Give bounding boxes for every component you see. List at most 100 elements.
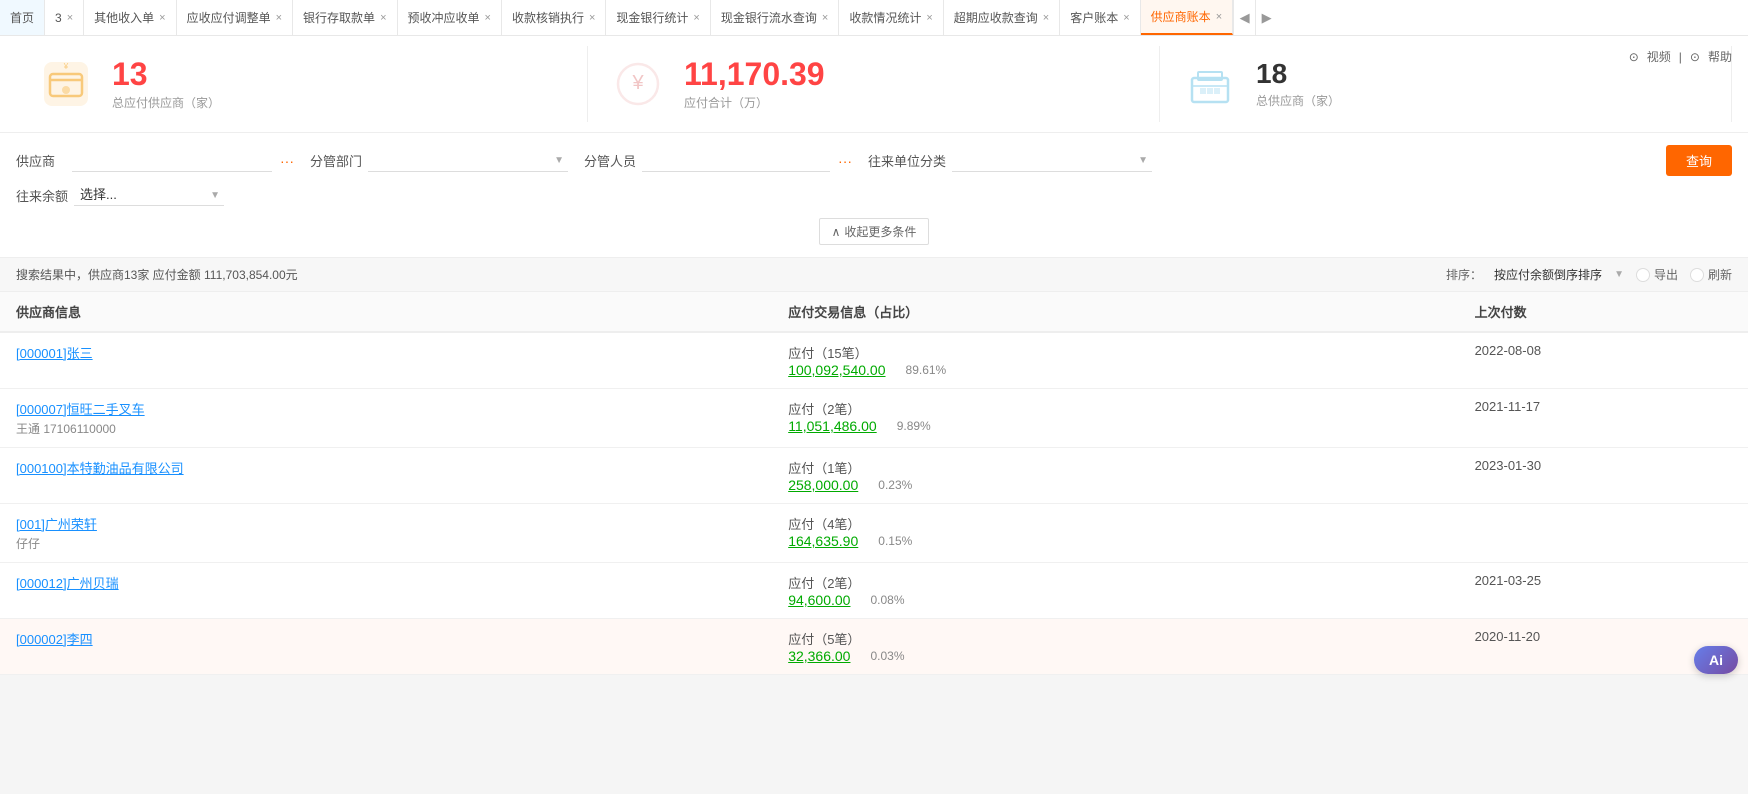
nav-tab-ar-ap-adjust-label: 应收应付调整单: [187, 9, 271, 26]
nav-tab-overdue-query-close[interactable]: ×: [1043, 12, 1049, 24]
supplier-link-5[interactable]: [000002]李四: [16, 629, 788, 648]
nav-tab-supplier-ledger-close[interactable]: ×: [1216, 11, 1222, 23]
sort-label: 排序：: [1446, 266, 1482, 283]
supplier-filter-input[interactable]: [72, 150, 272, 172]
tx-amount-3[interactable]: 164,635.90: [788, 533, 858, 549]
nav-tab-receipt-stats-label: 收款情况统计: [849, 9, 921, 26]
tx-amount-1[interactable]: 11,051,486.00: [788, 418, 877, 434]
nav-tab-bank-deposit[interactable]: 银行存取款单 ×: [293, 0, 397, 35]
payable-total-icon: ¥: [608, 54, 668, 114]
payable-suppliers-icon: ¥: [36, 54, 96, 114]
nav-tab-other-income[interactable]: 其他收入单 ×: [84, 0, 176, 35]
person-filter-input[interactable]: [642, 150, 830, 172]
category-select-wrap: ▼: [952, 150, 1152, 172]
dept-select-wrap: ▼: [368, 150, 568, 172]
nav-tab-home[interactable]: 首页: [0, 0, 45, 35]
nav-tab-3-close[interactable]: ×: [67, 12, 73, 24]
stat-info-total-suppliers: 18 总供应商（家）: [1256, 60, 1340, 109]
nav-tab-ar-ap-adjust-close[interactable]: ×: [276, 12, 282, 24]
help-link[interactable]: 帮助: [1708, 48, 1732, 65]
nav-tab-advance-close[interactable]: ×: [485, 12, 491, 24]
sort-value[interactable]: 按应付余额倒序排序: [1494, 266, 1602, 283]
nav-tab-bank-deposit-close[interactable]: ×: [380, 12, 386, 24]
tx-percent-0: 89.61%: [906, 363, 947, 377]
search-button[interactable]: 查询: [1666, 145, 1732, 176]
refresh-button[interactable]: 刷新: [1690, 266, 1732, 283]
help-icon: ⊙: [1690, 50, 1700, 64]
nav-tab-cash-flow-query[interactable]: 现金银行流水查询 ×: [711, 0, 839, 35]
person-filter-dots[interactable]: ···: [838, 153, 852, 169]
stat-card-payable-total: ¥ 11,170.39 应付合计（万）: [588, 46, 1160, 122]
tx-amount-0[interactable]: 100,092,540.00: [788, 362, 885, 378]
payable-suppliers-number: 13: [112, 58, 220, 90]
tx-amount-4[interactable]: 94,600.00: [788, 592, 850, 608]
nav-tab-customer-ledger-close[interactable]: ×: [1123, 12, 1129, 24]
nav-tab-cash-bank-stats[interactable]: 现金银行统计 ×: [606, 0, 710, 35]
nav-tab-ar-ap-adjust[interactable]: 应收应付调整单 ×: [177, 0, 293, 35]
stat-info-payable-total: 11,170.39 应付合计（万）: [684, 58, 825, 111]
balance-select-wrap: 选择... ▼: [74, 184, 224, 206]
tx-amount-2[interactable]: 258,000.00: [788, 477, 858, 493]
supplier-filter-dots[interactable]: ···: [280, 153, 294, 169]
filter-area: 供应商 ··· 分管部门 ▼ 分管人员 ··· 往来单位分类: [0, 133, 1748, 258]
nav-tab-collection-close[interactable]: ×: [589, 12, 595, 24]
filter-row-1: 供应商 ··· 分管部门 ▼ 分管人员 ··· 往来单位分类: [16, 145, 1732, 176]
nav-tab-cash-bank-stats-label: 现金银行统计: [616, 9, 688, 26]
stats-banner: ¥ 13 总应付供应商（家） ¥ 11,170.39 应付合计（万）: [0, 36, 1748, 133]
category-filter-label: 往来单位分类: [868, 151, 946, 170]
nav-tab-customer-ledger[interactable]: 客户账本 ×: [1060, 0, 1140, 35]
nav-tab-overdue-query[interactable]: 超期应收款查询 ×: [944, 0, 1060, 35]
tx-amount-5[interactable]: 32,366.00: [788, 648, 850, 664]
tx-label-5: 应付（5笔）: [788, 629, 1474, 648]
filter-dept: 分管部门 ▼: [310, 150, 568, 172]
nav-tab-other-income-close[interactable]: ×: [159, 12, 165, 24]
nav-tab-supplier-ledger[interactable]: 供应商账本 ×: [1141, 0, 1233, 35]
col-header-last-payment: 上次付数: [1475, 302, 1732, 321]
tx-info-3: 应付（4笔） 164,635.90 0.15%: [788, 514, 1474, 549]
person-filter-label: 分管人员: [584, 151, 636, 170]
ai-badge[interactable]: Ai: [1694, 646, 1738, 674]
nav-tab-receipt-stats-close[interactable]: ×: [926, 12, 932, 24]
stat-card-suppliers-payable: ¥ 13 总应付供应商（家）: [16, 46, 588, 122]
nav-tab-cash-flow-query-close[interactable]: ×: [822, 12, 828, 24]
supplier-link-0[interactable]: [000001]张三: [16, 343, 788, 362]
tx-info-1: 应付（2笔） 11,051,486.00 9.89%: [788, 399, 1474, 434]
last-date-5: 2020-11-20: [1475, 629, 1732, 644]
supplier-link-2[interactable]: [000100]本特勤油品有限公司: [16, 458, 788, 477]
payable-total-number: 11,170.39: [684, 58, 825, 90]
dept-filter-select[interactable]: [368, 150, 568, 172]
filter-supplier: 供应商 ···: [16, 150, 294, 172]
nav-tab-advance[interactable]: 预收冲应收单 ×: [398, 0, 502, 35]
tx-label-2: 应付（1笔）: [788, 458, 1474, 477]
dept-filter-label: 分管部门: [310, 151, 362, 170]
balance-filter-select[interactable]: 选择...: [74, 184, 224, 206]
nav-tab-cash-bank-stats-close[interactable]: ×: [693, 12, 699, 24]
supplier-link-1[interactable]: [000007]恒旺二手叉车: [16, 399, 788, 418]
collapse-button[interactable]: ∧ 收起更多条件: [819, 218, 930, 245]
total-suppliers-icon: [1180, 54, 1240, 114]
export-button[interactable]: 导出: [1636, 266, 1678, 283]
nav-next-arrow[interactable]: ▶: [1255, 0, 1277, 35]
nav-tab-bank-deposit-label: 银行存取款单: [303, 9, 375, 26]
sort-dropdown-icon[interactable]: ▼: [1614, 269, 1624, 280]
supplier-link-4[interactable]: [000012]广州贝瑞: [16, 573, 788, 592]
supplier-info-5: [000002]李四: [16, 629, 788, 650]
results-actions: 排序： 按应付余额倒序排序 ▼ 导出 刷新: [1446, 266, 1732, 283]
table-row: [000012]广州贝瑞 应付（2笔） 94,600.00 0.08% 2021…: [0, 563, 1748, 619]
nav-tab-collection-label: 收款核销执行: [512, 9, 584, 26]
nav-tab-collection[interactable]: 收款核销执行 ×: [502, 0, 606, 35]
tx-info-5: 应付（5笔） 32,366.00 0.03%: [788, 629, 1474, 664]
top-navigation: 首页 3 × 其他收入单 × 应收应付调整单 × 银行存取款单 × 预收冲应收单…: [0, 0, 1748, 36]
svg-text:¥: ¥: [63, 62, 69, 71]
tx-info-0: 应付（15笔） 100,092,540.00 89.61%: [788, 343, 1474, 378]
collapse-button-label: 收起更多条件: [844, 223, 916, 240]
tx-info-4: 应付（2笔） 94,600.00 0.08%: [788, 573, 1474, 608]
stat-info-payable-suppliers: 13 总应付供应商（家）: [112, 58, 220, 111]
category-filter-select[interactable]: [952, 150, 1152, 172]
nav-tab-3[interactable]: 3 ×: [45, 0, 84, 35]
nav-prev-arrow[interactable]: ◀: [1233, 0, 1255, 35]
svg-text:¥: ¥: [631, 72, 644, 94]
supplier-link-3[interactable]: [001]广州荣轩: [16, 514, 788, 533]
video-link[interactable]: 视频: [1647, 48, 1671, 65]
nav-tab-receipt-stats[interactable]: 收款情况统计 ×: [839, 0, 943, 35]
